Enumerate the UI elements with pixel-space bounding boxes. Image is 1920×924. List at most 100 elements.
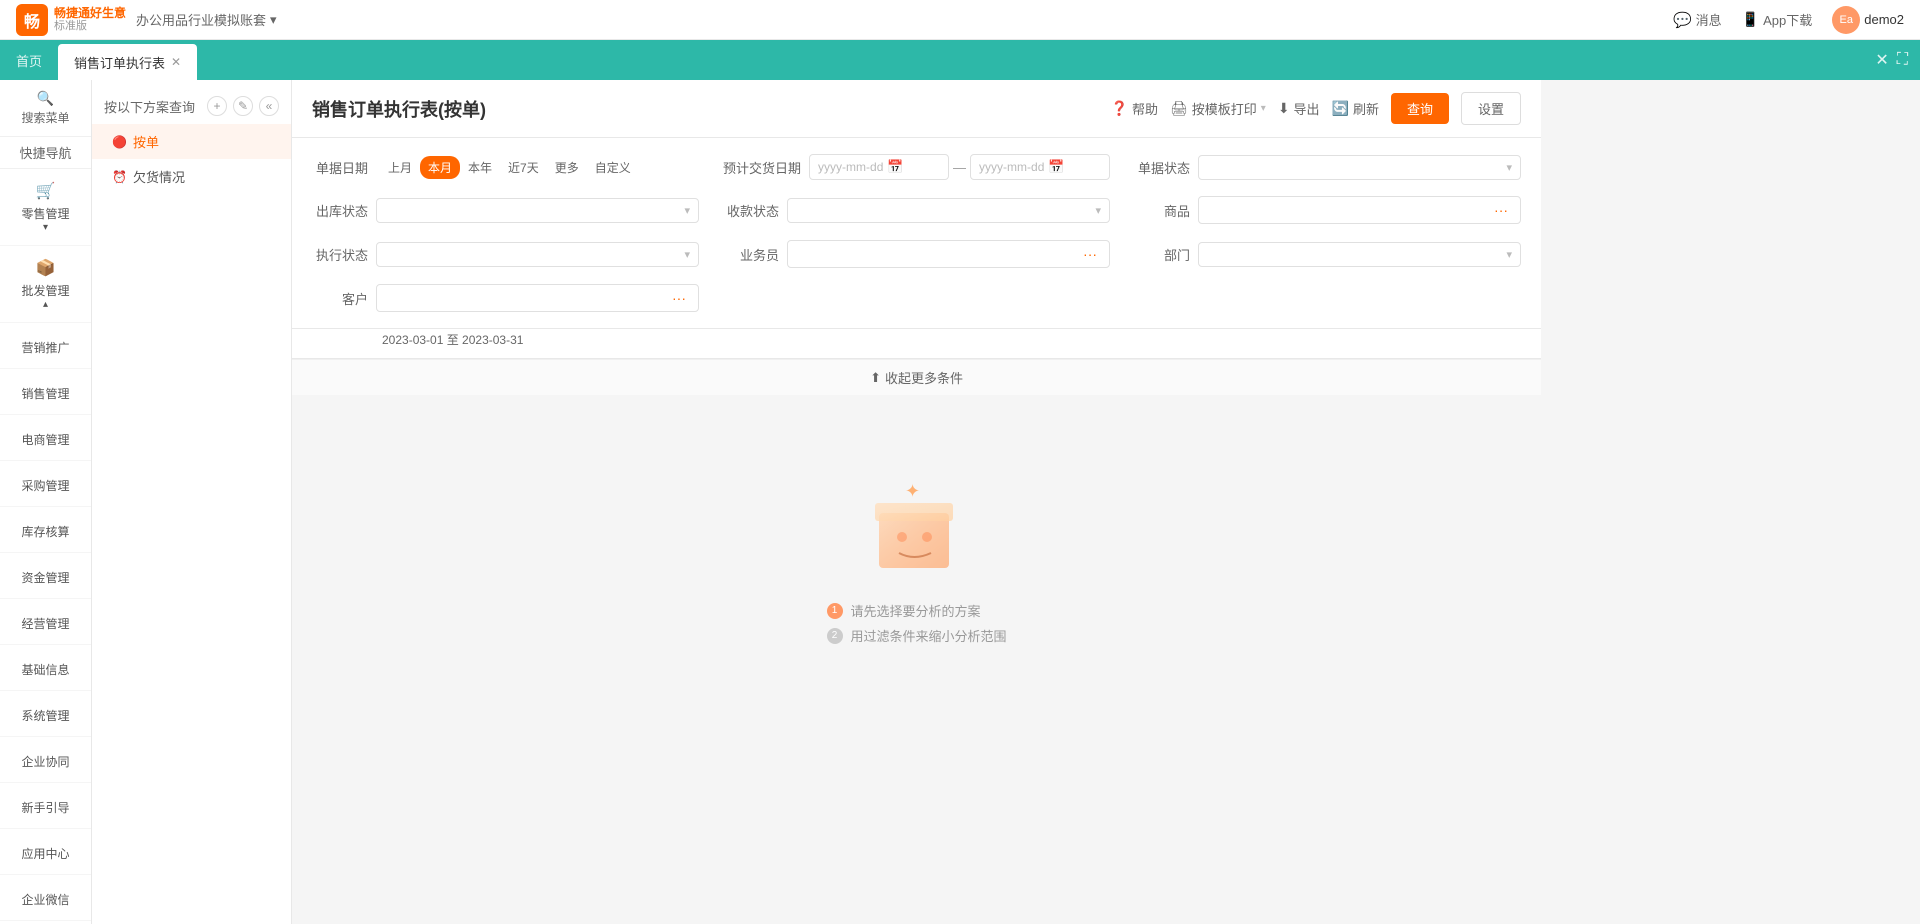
customer-input[interactable]: ··· bbox=[376, 284, 699, 312]
tab-expand-icon[interactable]: ⛶ bbox=[1897, 51, 1908, 69]
inner-layout: 按以下方案查询 + ✎ « 🔴 按单 ⏰ bbox=[92, 80, 1541, 924]
left-panel-add-btn[interactable]: + bbox=[207, 96, 227, 116]
sidebar-item-sales-mgmt[interactable]: 销售管理 bbox=[0, 369, 91, 415]
refresh-btn[interactable]: 🔄 刷新 bbox=[1332, 99, 1379, 118]
collapse-bar[interactable]: ⬆ 收起更多条件 bbox=[292, 359, 1541, 395]
logo-icon: 畅 bbox=[16, 4, 48, 36]
print-icon: 🖨 bbox=[1170, 100, 1188, 117]
help-btn[interactable]: ❓ 帮助 bbox=[1111, 99, 1158, 118]
sidebar-item-purchase-mgmt[interactable]: 采购管理 bbox=[0, 461, 91, 507]
empty-icon: ✦ bbox=[867, 475, 967, 575]
left-panel-edit-btn[interactable]: ✎ bbox=[233, 96, 253, 116]
filter-expected-date: 预计交货日期 yyyy-mm-dd 📅 — yyyy-mm-dd 📅 bbox=[723, 154, 1110, 180]
settings-button[interactable]: 设置 bbox=[1461, 92, 1521, 125]
date-btn-7days[interactable]: 近7天 bbox=[500, 156, 547, 179]
message-action[interactable]: 💬 消息 bbox=[1673, 10, 1722, 29]
filter-group: 单据日期 上月 本月 本年 近7天 更多 自定义 bbox=[292, 138, 1541, 329]
date-btn-custom[interactable]: 自定义 bbox=[587, 156, 639, 179]
filter-department: 部门 ▾ bbox=[1134, 240, 1521, 268]
customer-more-icon[interactable]: ··· bbox=[668, 290, 690, 306]
product-input[interactable]: ··· bbox=[1198, 196, 1521, 224]
sidebar-item-ecom-mgmt[interactable]: 电商管理 bbox=[0, 415, 91, 461]
app-selector-chevron: ▾ bbox=[270, 12, 277, 28]
download-icon: 📱 bbox=[1742, 11, 1759, 28]
tab-close-window-icon[interactable]: ✕ bbox=[1875, 50, 1888, 70]
export-btn[interactable]: ⬇ 导出 bbox=[1278, 99, 1320, 118]
sidebar-item-inventory-calc[interactable]: 库存核算 bbox=[0, 507, 91, 553]
department-control: ▾ bbox=[1198, 242, 1521, 267]
sidebar-item-finance-mgmt[interactable]: 资金管理 bbox=[0, 553, 91, 599]
user-area[interactable]: Ea demo2 bbox=[1832, 6, 1904, 34]
sidebar-item-ops-mgmt[interactable]: 经营管理 bbox=[0, 599, 91, 645]
help-icon: ❓ bbox=[1111, 100, 1128, 117]
logo-area: 畅 畅捷通好生意 标准版 bbox=[16, 4, 126, 36]
top-bar-left: 畅 畅捷通好生意 标准版 办公用品行业模拟账套 ▾ bbox=[16, 4, 277, 36]
sidebar-search[interactable]: 🔍 搜索菜单 bbox=[0, 80, 91, 137]
exec-status-chevron: ▾ bbox=[684, 248, 690, 261]
expected-date-to-text: yyyy-mm-dd bbox=[979, 160, 1044, 174]
app-selector[interactable]: 办公用品行业模拟账套 ▾ bbox=[136, 10, 277, 29]
payment-status-chevron: ▾ bbox=[1096, 204, 1102, 217]
sidebar-item-corp-collab[interactable]: 企业协同 bbox=[0, 737, 91, 783]
sidebar-item-basic-info[interactable]: 基础信息 bbox=[0, 645, 91, 691]
ship-status-chevron: ▾ bbox=[684, 204, 690, 217]
customer-control: ··· bbox=[376, 284, 699, 312]
date-btn-last-month[interactable]: 上月 bbox=[380, 156, 420, 179]
date-btn-this-month[interactable]: 本月 bbox=[420, 156, 460, 179]
ship-status-select[interactable]: ▾ bbox=[376, 198, 699, 223]
date-btn-more[interactable]: 更多 bbox=[547, 156, 587, 179]
department-select[interactable]: ▾ bbox=[1198, 242, 1521, 267]
doc-status-control: ▾ bbox=[1198, 155, 1521, 180]
payment-status-control: ▾ bbox=[787, 198, 1110, 223]
exec-status-select[interactable]: ▾ bbox=[376, 242, 699, 267]
expected-date-to[interactable]: yyyy-mm-dd 📅 bbox=[970, 154, 1110, 180]
filter-doc-date: 单据日期 上月 本月 本年 近7天 更多 自定义 bbox=[312, 154, 699, 180]
tab-home[interactable]: 首页 bbox=[0, 40, 58, 80]
sidebar-item-corp-wechat[interactable]: 企业微信 bbox=[0, 875, 91, 921]
sidebar: 🔍 搜索菜单 快捷导航 🛒 零售管理 ▾ 📦 批发管理 ▴ 营销推广 销售管理 … bbox=[0, 80, 92, 924]
payment-status-select[interactable]: ▾ bbox=[787, 198, 1110, 223]
query-button[interactable]: 查询 bbox=[1391, 93, 1449, 124]
date-btn-this-year[interactable]: 本年 bbox=[460, 156, 500, 179]
sidebar-item-marketing[interactable]: 营销推广 bbox=[0, 323, 91, 369]
export-icon: ⬇ bbox=[1278, 100, 1290, 117]
sidebar-item-wholesale-mgmt[interactable]: 📦 批发管理 ▴ bbox=[0, 246, 91, 323]
avatar: Ea bbox=[1832, 6, 1860, 34]
left-panel-item-by-credit[interactable]: ⏰ 欠货情况 bbox=[92, 159, 291, 194]
sidebar-item-retail-mgmt[interactable]: 🛒 零售管理 ▾ bbox=[0, 169, 91, 246]
sidebar-item-sys-mgmt[interactable]: 系统管理 bbox=[0, 691, 91, 737]
left-panel-collapse-btn[interactable]: « bbox=[259, 96, 279, 116]
print-btn[interactable]: 🖨 按模板打印 ▾ bbox=[1170, 99, 1266, 118]
doc-date-section: 上月 本月 本年 近7天 更多 自定义 bbox=[376, 156, 639, 179]
product-more-icon[interactable]: ··· bbox=[1490, 202, 1512, 218]
left-panel: 按以下方案查询 + ✎ « 🔴 按单 ⏰ bbox=[92, 80, 292, 924]
retail-mgmt-icon: 🛒 bbox=[36, 181, 56, 201]
salesperson-input[interactable]: ··· bbox=[787, 240, 1110, 268]
salesperson-more-icon[interactable]: ··· bbox=[1079, 246, 1101, 262]
app-download-action[interactable]: 📱 App下载 bbox=[1742, 10, 1813, 29]
by-credit-icon: ⏰ bbox=[112, 170, 127, 184]
doc-status-chevron: ▾ bbox=[1507, 161, 1513, 174]
retail-mgmt-arrow: ▾ bbox=[43, 222, 48, 233]
empty-tips: 1 请先选择要分析的方案 2 用过滤条件来缩小分析范围 bbox=[827, 595, 1007, 651]
empty-state: ✦ 1 请先选择要分析的方案 2 用过滤条件来缩小分析范围 bbox=[292, 395, 1541, 731]
svg-text:✦: ✦ bbox=[905, 481, 920, 501]
sidebar-quick-nav[interactable]: 快捷导航 bbox=[0, 137, 91, 169]
tab-close-icon[interactable]: ✕ bbox=[171, 55, 181, 69]
sidebar-item-app-center[interactable]: 应用中心 bbox=[0, 829, 91, 875]
main-layout: 🔍 搜索菜单 快捷导航 🛒 零售管理 ▾ 📦 批发管理 ▴ 营销推广 销售管理 … bbox=[0, 80, 1920, 924]
collapse-icon: ⬆ bbox=[870, 370, 881, 386]
expected-date-from[interactable]: yyyy-mm-dd 📅 bbox=[809, 154, 949, 180]
department-chevron: ▾ bbox=[1507, 248, 1513, 261]
tab-bar-right: ✕ ⛶ bbox=[1875, 50, 1920, 70]
sidebar-item-new-guide[interactable]: 新手引导 bbox=[0, 783, 91, 829]
logo-text: 畅捷通好生意 标准版 bbox=[54, 6, 126, 34]
page-header: 销售订单执行表(按单) ❓ 帮助 🖨 按模板打印 ▾ ⬇ 导出 bbox=[292, 80, 1541, 138]
top-bar: 畅 畅捷通好生意 标准版 办公用品行业模拟账套 ▾ 💬 消息 📱 App下载 E… bbox=[0, 0, 1920, 40]
expected-date-control: yyyy-mm-dd 📅 — yyyy-mm-dd 📅 bbox=[809, 154, 1110, 180]
tab-sales-order-exec[interactable]: 销售订单执行表 ✕ bbox=[58, 44, 197, 80]
calendar-from-icon: 📅 bbox=[887, 159, 903, 175]
left-panel-item-by-order[interactable]: 🔴 按单 bbox=[92, 124, 291, 159]
page-title: 销售订单执行表(按单) bbox=[312, 96, 486, 122]
doc-status-select[interactable]: ▾ bbox=[1198, 155, 1521, 180]
